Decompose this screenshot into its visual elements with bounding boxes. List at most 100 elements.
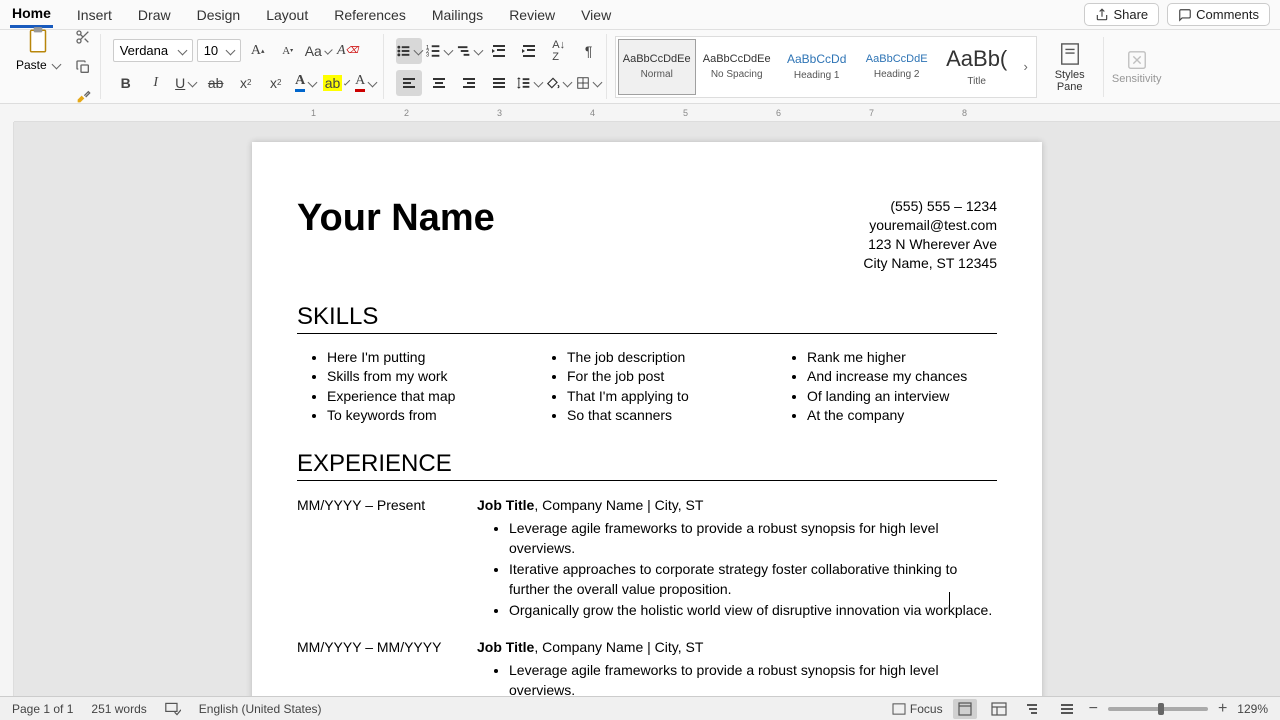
- ribbon: Paste Verdana 10 A▴ A▾ Aa A⌫ B I U ab x2…: [0, 30, 1280, 104]
- copy-icon: [75, 59, 91, 75]
- style-heading2[interactable]: AaBbCcDdEHeading 2: [858, 39, 936, 95]
- subscript-button[interactable]: x2: [233, 70, 259, 96]
- spell-check-icon[interactable]: [165, 702, 181, 716]
- zoom-slider[interactable]: [1108, 707, 1208, 711]
- outline-view[interactable]: [1021, 699, 1045, 719]
- indent-icon: [521, 43, 537, 59]
- brush-icon: [75, 89, 91, 105]
- numbering-icon: 123: [426, 43, 441, 59]
- style-title[interactable]: AaBb(Title: [938, 39, 1016, 95]
- page-count[interactable]: Page 1 of 1: [12, 702, 73, 716]
- shrink-font-button[interactable]: A▾: [275, 38, 301, 64]
- cut-button[interactable]: [70, 24, 96, 50]
- tab-design[interactable]: Design: [195, 3, 243, 27]
- scissors-icon: [75, 29, 91, 45]
- style-normal[interactable]: AaBbCcDdEeNormal: [618, 39, 696, 95]
- zoom-in-button[interactable]: +: [1218, 700, 1227, 718]
- tab-references[interactable]: References: [332, 3, 408, 27]
- multilevel-button[interactable]: [456, 38, 482, 64]
- job-entry[interactable]: MM/YYYY – MM/YYYY Job Title, Company Nam…: [297, 639, 997, 696]
- clipboard-icon: [25, 26, 51, 56]
- spacing-icon: [516, 75, 531, 91]
- print-layout-view[interactable]: [953, 699, 977, 719]
- svg-text:3: 3: [426, 52, 429, 58]
- borders-button[interactable]: [576, 70, 602, 96]
- justify-icon: [491, 75, 507, 91]
- pane-icon: [1059, 41, 1081, 67]
- align-center-icon: [431, 75, 447, 91]
- bullets-button[interactable]: [396, 38, 422, 64]
- copy-button[interactable]: [70, 54, 96, 80]
- resume-name[interactable]: Your Name: [297, 197, 495, 240]
- zoom-level[interactable]: 129%: [1237, 702, 1268, 716]
- document-canvas[interactable]: Your Name (555) 555 – 1234youremail@test…: [14, 122, 1280, 696]
- indent-decrease-button[interactable]: [486, 38, 512, 64]
- language-status[interactable]: English (United States): [199, 702, 322, 716]
- tab-strip: Home Insert Draw Design Layout Reference…: [0, 0, 1280, 30]
- styles-gallery[interactable]: AaBbCcDdEeNormal AaBbCcDdEeNo Spacing Aa…: [615, 36, 1037, 98]
- style-heading1[interactable]: AaBbCcDdHeading 1: [778, 39, 856, 95]
- document-page[interactable]: Your Name (555) 555 – 1234youremail@test…: [252, 142, 1042, 696]
- vertical-ruler[interactable]: [0, 122, 14, 696]
- show-marks-button[interactable]: ¶: [576, 38, 602, 64]
- font-name-select[interactable]: Verdana: [113, 39, 193, 62]
- style-nospacing[interactable]: AaBbCcDdEeNo Spacing: [698, 39, 776, 95]
- experience-heading[interactable]: EXPERIENCE: [297, 450, 997, 481]
- font-size-select[interactable]: 10: [197, 39, 241, 62]
- justify-button[interactable]: [486, 70, 512, 96]
- numbering-button[interactable]: 123: [426, 38, 452, 64]
- share-button[interactable]: Share: [1084, 3, 1159, 26]
- zoom-out-button[interactable]: −: [1089, 700, 1098, 718]
- draft-view[interactable]: [1055, 699, 1079, 719]
- outdent-icon: [491, 43, 507, 59]
- align-left-icon: [401, 75, 417, 91]
- align-right-button[interactable]: [456, 70, 482, 96]
- status-bar: Page 1 of 1 251 words English (United St…: [0, 696, 1280, 720]
- bullets-icon: [396, 43, 411, 59]
- shading-button[interactable]: [546, 70, 572, 96]
- job-entry[interactable]: MM/YYYY – Present Job Title, Company Nam…: [297, 497, 997, 623]
- tab-review[interactable]: Review: [507, 3, 557, 27]
- grow-font-button[interactable]: A▴: [245, 38, 271, 64]
- strikethrough-button[interactable]: ab: [203, 70, 229, 96]
- tab-view[interactable]: View: [579, 3, 613, 27]
- clear-format-button[interactable]: A⌫: [335, 38, 361, 64]
- font-color2-button[interactable]: A: [353, 70, 379, 96]
- contact-block[interactable]: (555) 555 – 1234youremail@test.com123 N …: [863, 197, 997, 273]
- word-count[interactable]: 251 words: [91, 702, 146, 716]
- comment-icon: [1178, 8, 1192, 22]
- styles-pane-button[interactable]: Styles Pane: [1045, 36, 1095, 98]
- change-case-button[interactable]: Aa: [305, 38, 331, 64]
- skills-columns[interactable]: Here I'm puttingSkills from my workExper…: [297, 348, 997, 426]
- tab-mailings[interactable]: Mailings: [430, 3, 485, 27]
- tab-draw[interactable]: Draw: [136, 3, 173, 27]
- borders-icon: [576, 76, 590, 90]
- bold-button[interactable]: B: [113, 70, 139, 96]
- align-right-icon: [461, 75, 477, 91]
- sensitivity-button[interactable]: Sensitivity: [1112, 36, 1162, 98]
- superscript-button[interactable]: x2: [263, 70, 289, 96]
- text-cursor: [949, 592, 950, 609]
- comments-button[interactable]: Comments: [1167, 3, 1270, 26]
- paste-button[interactable]: Paste: [12, 24, 64, 74]
- underline-button[interactable]: U: [173, 70, 199, 96]
- sensitivity-icon: [1126, 49, 1148, 71]
- highlight-button[interactable]: ab: [323, 70, 349, 96]
- align-left-button[interactable]: [396, 70, 422, 96]
- multilevel-icon: [456, 43, 471, 59]
- italic-button[interactable]: I: [143, 70, 169, 96]
- font-color-button[interactable]: A: [293, 70, 319, 96]
- web-layout-view[interactable]: [987, 699, 1011, 719]
- skills-heading[interactable]: SKILLS: [297, 303, 997, 334]
- sort-button[interactable]: A↓Z: [546, 38, 572, 64]
- styles-more-button[interactable]: ›: [1018, 39, 1034, 95]
- indent-increase-button[interactable]: [516, 38, 542, 64]
- bucket-icon: [546, 76, 560, 90]
- line-spacing-button[interactable]: [516, 70, 542, 96]
- tab-layout[interactable]: Layout: [264, 3, 310, 27]
- focus-icon: [892, 703, 906, 715]
- share-icon: [1095, 8, 1109, 22]
- focus-button[interactable]: Focus: [892, 702, 943, 716]
- horizontal-ruler[interactable]: 12345678: [14, 104, 1280, 122]
- align-center-button[interactable]: [426, 70, 452, 96]
